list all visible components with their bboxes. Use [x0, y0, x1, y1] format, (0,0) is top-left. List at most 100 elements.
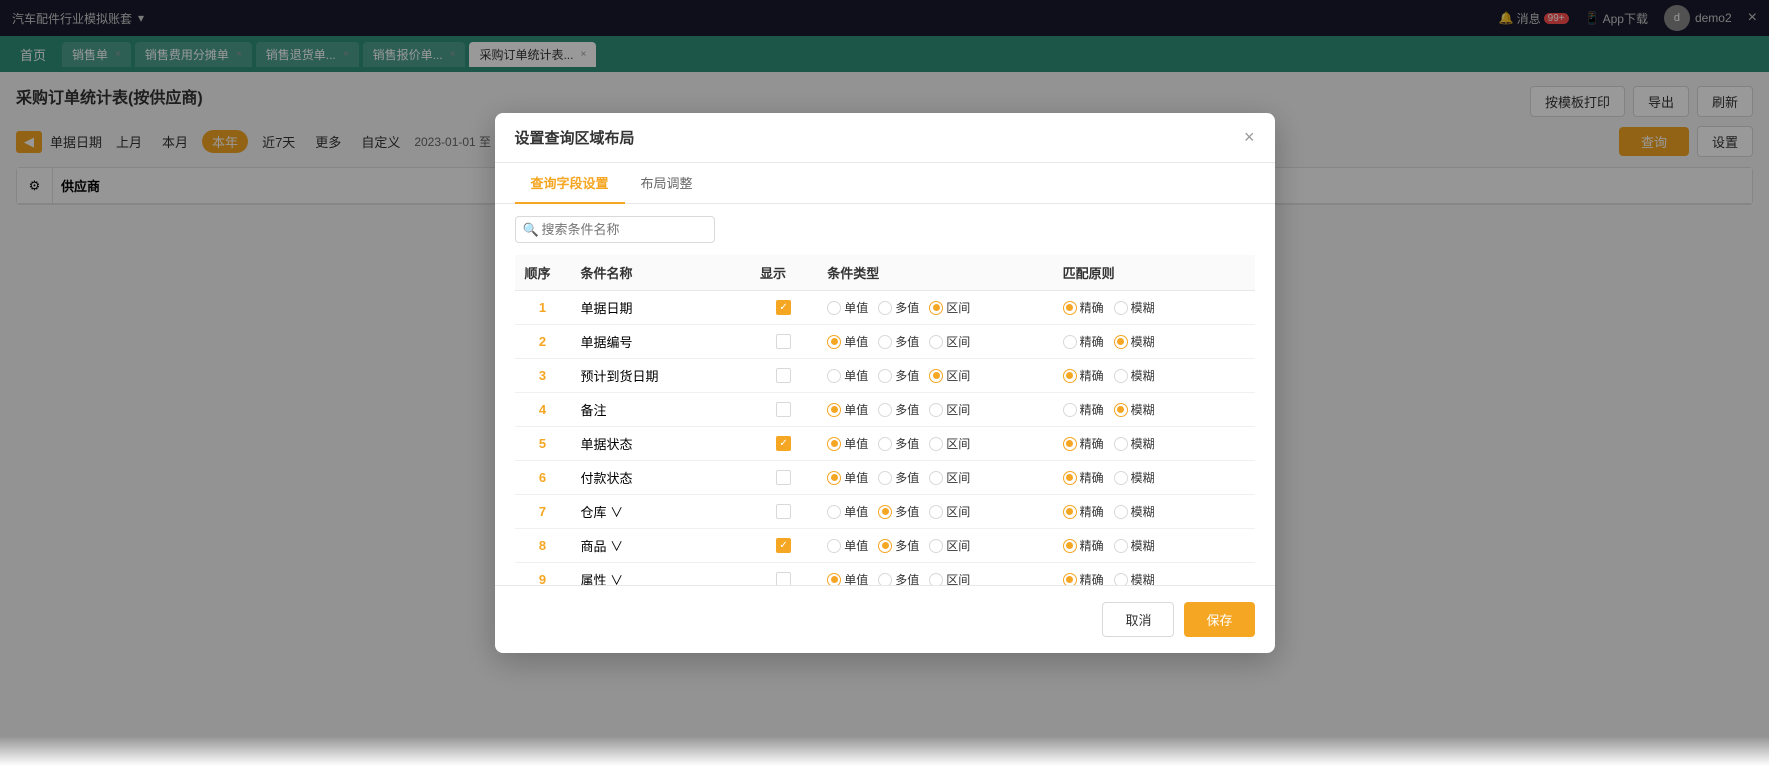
show-checkbox[interactable] [776, 504, 791, 519]
tab-query-fields[interactable]: 查询字段设置 [515, 163, 625, 204]
radio-type-type_single[interactable]: 单值 [827, 333, 868, 350]
radio-match-match_exact[interactable]: 精确 [1063, 503, 1104, 520]
show-checkbox[interactable] [776, 300, 791, 315]
radio-type-type_multi[interactable]: 多值 [878, 367, 919, 384]
show-checkbox[interactable] [776, 572, 791, 585]
radio-label: 模糊 [1131, 469, 1155, 486]
th-name: 条件名称 [571, 255, 750, 291]
show-checkbox[interactable] [776, 436, 791, 451]
radio-type-type_range[interactable]: 区间 [929, 435, 970, 452]
config-table-scroll[interactable]: 顺序 条件名称 显示 条件类型 匹配原则 1单据日期单值多值区间精确模糊2单据编… [515, 255, 1255, 585]
radio-type-type_multi[interactable]: 多值 [878, 537, 919, 554]
radio-label: 单值 [844, 299, 868, 316]
cell-match: 精确模糊 [1053, 495, 1255, 529]
radio-type-type_single[interactable]: 单值 [827, 435, 868, 452]
radio-circle-match_exact [1063, 505, 1077, 519]
show-checkbox[interactable] [776, 368, 791, 383]
radio-match-match_exact[interactable]: 精确 [1063, 469, 1104, 486]
radio-type-type_multi[interactable]: 多值 [878, 333, 919, 350]
radio-type-type_multi[interactable]: 多值 [878, 299, 919, 316]
table-row: 5单据状态 单值多值区间 精确模糊 [515, 427, 1255, 461]
radio-type-type_single[interactable]: 单值 [827, 571, 868, 585]
radio-match-match_exact[interactable]: 精确 [1063, 401, 1104, 418]
radio-type-type_multi[interactable]: 多值 [878, 469, 919, 486]
radio-type-type_range[interactable]: 区间 [929, 401, 970, 418]
radio-label: 单值 [844, 469, 868, 486]
radio-type-type_single[interactable]: 单值 [827, 537, 868, 554]
radio-label: 精确 [1080, 367, 1104, 384]
radio-match-match_exact[interactable]: 精确 [1063, 299, 1104, 316]
radio-match-match_fuzzy[interactable]: 模糊 [1114, 401, 1155, 418]
radio-label: 区间 [946, 469, 970, 486]
cancel-btn[interactable]: 取消 [1102, 602, 1174, 637]
cell-show[interactable] [750, 325, 817, 359]
modal-header: 设置查询区域布局 × [495, 113, 1275, 163]
radio-circle-match_fuzzy [1114, 539, 1128, 553]
tab-layout-adjust[interactable]: 布局调整 [625, 163, 709, 204]
cell-show[interactable] [750, 461, 817, 495]
radio-match-match_exact[interactable]: 精确 [1063, 333, 1104, 350]
radio-type-type_single[interactable]: 单值 [827, 299, 868, 316]
cell-show[interactable] [750, 291, 817, 325]
radio-type-type_single[interactable]: 单值 [827, 503, 868, 520]
show-checkbox[interactable] [776, 334, 791, 349]
radio-match-match_fuzzy[interactable]: 模糊 [1114, 435, 1155, 452]
radio-circle-match_fuzzy [1114, 573, 1128, 586]
radio-type-type_single[interactable]: 单值 [827, 367, 868, 384]
radio-match-match_fuzzy[interactable]: 模糊 [1114, 299, 1155, 316]
radio-label: 多值 [895, 571, 919, 585]
radio-circle-match_exact [1063, 471, 1077, 485]
search-input[interactable] [515, 216, 715, 243]
radio-circle-type_multi [878, 505, 892, 519]
radio-circle-match_exact [1063, 437, 1077, 451]
save-btn[interactable]: 保存 [1184, 602, 1254, 637]
radio-match-match_fuzzy[interactable]: 模糊 [1114, 503, 1155, 520]
radio-match-match_fuzzy[interactable]: 模糊 [1114, 537, 1155, 554]
cell-show[interactable] [750, 359, 817, 393]
radio-match-match_exact[interactable]: 精确 [1063, 571, 1104, 585]
radio-type-type_multi[interactable]: 多值 [878, 435, 919, 452]
radio-type-type_range[interactable]: 区间 [929, 367, 970, 384]
cell-show[interactable] [750, 393, 817, 427]
radio-type-type_multi[interactable]: 多值 [878, 503, 919, 520]
config-table-head: 顺序 条件名称 显示 条件类型 匹配原则 [515, 255, 1255, 291]
radio-match-match_exact[interactable]: 精确 [1063, 367, 1104, 384]
radio-type-type_multi[interactable]: 多值 [878, 571, 919, 585]
cell-show[interactable] [750, 529, 817, 563]
radio-match-match_exact[interactable]: 精确 [1063, 537, 1104, 554]
radio-type-type_range[interactable]: 区间 [929, 503, 970, 520]
cell-name: 单据编号 [571, 325, 750, 359]
cell-show[interactable] [750, 563, 817, 586]
radio-match-match_fuzzy[interactable]: 模糊 [1114, 469, 1155, 486]
cell-order: 5 [515, 427, 571, 461]
search-icon: 🔍 [523, 222, 539, 238]
radio-type-type_range[interactable]: 区间 [929, 571, 970, 585]
cell-show[interactable] [750, 427, 817, 461]
cell-type: 单值多值区间 [817, 529, 1052, 563]
radio-circle-match_exact [1063, 539, 1077, 553]
cell-name: 单据状态 [571, 427, 750, 461]
cell-match: 精确模糊 [1053, 529, 1255, 563]
radio-match-match_fuzzy[interactable]: 模糊 [1114, 367, 1155, 384]
radio-type-type_range[interactable]: 区间 [929, 299, 970, 316]
radio-type-type_single[interactable]: 单值 [827, 469, 868, 486]
radio-type-type_range[interactable]: 区间 [929, 537, 970, 554]
radio-circle-type_multi [878, 403, 892, 417]
radio-match-match_fuzzy[interactable]: 模糊 [1114, 571, 1155, 585]
cell-show[interactable] [750, 495, 817, 529]
radio-type-type_range[interactable]: 区间 [929, 469, 970, 486]
radio-circle-type_multi [878, 437, 892, 451]
radio-label: 区间 [946, 401, 970, 418]
radio-match-match_fuzzy[interactable]: 模糊 [1114, 333, 1155, 350]
radio-type-type_multi[interactable]: 多值 [878, 401, 919, 418]
radio-label: 精确 [1080, 401, 1104, 418]
show-checkbox[interactable] [776, 402, 791, 417]
radio-type-type_range[interactable]: 区间 [929, 333, 970, 350]
radio-type-type_single[interactable]: 单值 [827, 401, 868, 418]
modal-close-btn[interactable]: × [1244, 127, 1255, 148]
search-wrapper: 🔍 [515, 216, 715, 243]
show-checkbox[interactable] [776, 538, 791, 553]
show-checkbox[interactable] [776, 470, 791, 485]
radio-match-match_exact[interactable]: 精确 [1063, 435, 1104, 452]
cell-match: 精确模糊 [1053, 393, 1255, 427]
